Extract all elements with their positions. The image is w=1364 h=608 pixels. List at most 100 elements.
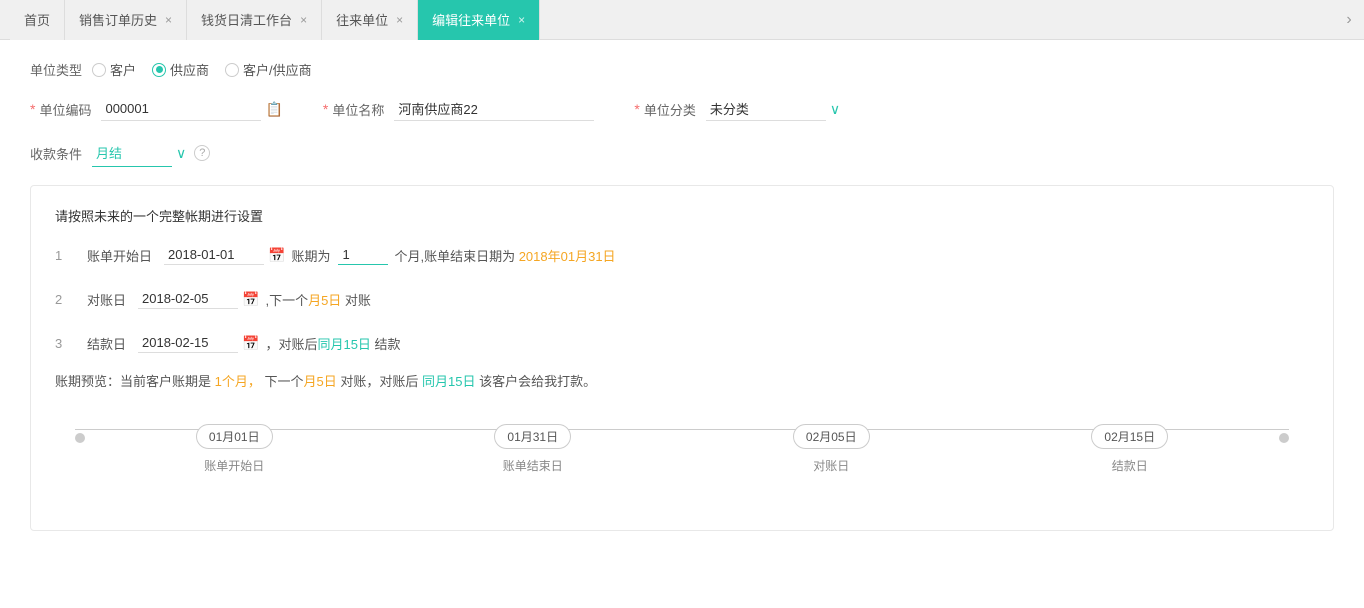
- tab-sales-history-label: 销售订单历史: [79, 10, 157, 29]
- close-icon[interactable]: ×: [518, 13, 525, 27]
- tab-home[interactable]: 首页: [10, 0, 65, 40]
- period-label-3: 结款日: [87, 334, 126, 353]
- tab-bar: 首页 销售订单历史 × 钱货日清工作台 × 往来单位 × 编辑往来单位 × ›: [0, 0, 1364, 40]
- preview-reconcile-prefix: 下一个: [265, 374, 304, 389]
- reconcile-suffix: 对账: [341, 293, 371, 308]
- timeline-badge-3: 02月05日: [793, 424, 870, 449]
- period-reconcile-date-input[interactable]: [138, 289, 238, 309]
- preview-text: 账期预览：当前客户账期是 1个月， 下一个月5日 对账，对账后 同月15日 该客…: [55, 371, 1309, 390]
- unit-name-group: * 单位名称: [323, 97, 594, 121]
- timeline-end-dot: [1279, 433, 1289, 443]
- unit-name-input[interactable]: [394, 97, 594, 121]
- timeline-point-4: 02月15日 结款日: [981, 424, 1280, 474]
- timeline: 01月01日 账单开始日 01月31日 账单结束日 02月05日 对账日 02月…: [55, 410, 1309, 514]
- period-num-1: 1: [55, 248, 75, 263]
- timeline-badge-4: 02月15日: [1091, 424, 1168, 449]
- payment-highlight: 同月15日: [317, 337, 370, 352]
- period-start-date-input[interactable]: [164, 245, 264, 265]
- timeline-end: [1279, 433, 1289, 443]
- tab-partners-label: 往来单位: [336, 10, 388, 29]
- preview-period: 1个月，: [215, 374, 261, 389]
- period-end-date: 2018年01月31日: [519, 249, 616, 264]
- close-icon[interactable]: ×: [165, 13, 172, 27]
- timeline-point-3: 02月05日 对账日: [682, 424, 981, 474]
- timeline-label-1: 账单开始日: [204, 457, 264, 474]
- period-num-2: 2: [55, 292, 75, 307]
- preview-reconcile-suffix: 对账，对账后: [340, 374, 418, 389]
- help-icon[interactable]: ?: [194, 145, 210, 161]
- unit-type-row: 单位类型 客户 供应商 客户/供应商: [30, 60, 1334, 79]
- period-num-3: 3: [55, 336, 75, 351]
- tab-edit-partner-label: 编辑往来单位: [432, 10, 510, 29]
- unit-category-input[interactable]: [706, 97, 826, 121]
- tab-partners[interactable]: 往来单位 ×: [322, 0, 418, 40]
- preview-label: 账期预览：当前客户账期是: [55, 374, 211, 389]
- radio-supplier[interactable]: 供应商: [152, 60, 209, 79]
- dropdown-icon-payment[interactable]: ∨: [176, 145, 186, 162]
- tab-sales-history[interactable]: 销售订单历史 ×: [65, 0, 187, 40]
- period-reconcile-desc: ,下一个月5日 对账: [265, 290, 370, 309]
- radio-group-unit-type: 客户 供应商 客户/供应商: [92, 60, 312, 79]
- dropdown-icon[interactable]: ∨: [830, 101, 840, 118]
- period-label-1: 账单开始日: [87, 246, 152, 265]
- timeline-badge-2: 01月31日: [494, 424, 571, 449]
- radio-customer[interactable]: 客户: [92, 60, 136, 79]
- radio-customer-circle: [92, 63, 106, 77]
- tab-expander[interactable]: ›: [1334, 11, 1364, 29]
- tab-home-label: 首页: [24, 10, 50, 29]
- radio-supplier-label: 供应商: [170, 60, 209, 79]
- reconcile-prefix: ,下一个: [265, 293, 308, 308]
- close-icon[interactable]: ×: [300, 13, 307, 27]
- timeline-points: 01月01日 账单开始日 01月31日 账单结束日 02月05日 对账日 02月…: [75, 424, 1289, 474]
- radio-both-circle: [225, 63, 239, 77]
- main-content: 单位类型 客户 供应商 客户/供应商 * 单位编码 📋 * 单位名称: [0, 40, 1364, 608]
- calendar-icon[interactable]: 📋: [265, 101, 282, 118]
- unit-code-group: * 单位编码 📋: [30, 97, 283, 121]
- timeline-badge-1: 01月01日: [196, 424, 273, 449]
- timeline-start-dot: [75, 433, 85, 443]
- unit-code-input[interactable]: [101, 97, 261, 121]
- payment-suffix: 结款: [371, 337, 401, 352]
- timeline-point-2: 01月31日 账单结束日: [384, 424, 683, 474]
- period-label-for: 账期为: [291, 246, 330, 265]
- radio-both[interactable]: 客户/供应商: [225, 60, 312, 79]
- required-star: *: [323, 101, 328, 117]
- tab-cash-work[interactable]: 钱货日清工作台 ×: [187, 0, 322, 40]
- period-payment-desc: ，对账后同月15日 结款: [265, 334, 400, 353]
- radio-both-label: 客户/供应商: [243, 60, 312, 79]
- timeline-label-2: 账单结束日: [503, 457, 563, 474]
- period-month-input[interactable]: [338, 245, 388, 265]
- required-star: *: [634, 101, 639, 117]
- unit-type-label: 单位类型: [30, 60, 82, 79]
- period-row-2: 2 对账日 📅 ,下一个月5日 对账: [55, 289, 1309, 309]
- timeline-label-3: 对账日: [813, 457, 849, 474]
- preview-reconcile-highlight: 月5日: [304, 374, 337, 389]
- unit-code-label: 单位编码: [39, 100, 91, 119]
- period-row-1: 1 账单开始日 📅 账期为 个月,账单结束日期为 2018年01月31日: [55, 245, 1309, 265]
- close-icon[interactable]: ×: [396, 13, 403, 27]
- preview-payment-highlight: 同月15日: [422, 374, 475, 389]
- calendar-icon-1[interactable]: 📅: [268, 247, 285, 264]
- period-unit: 个月,账单结束日期为 2018年01月31日: [394, 246, 615, 265]
- radio-customer-label: 客户: [110, 60, 136, 79]
- payment-select-group: 月结 ∨ ?: [92, 139, 210, 167]
- radio-supplier-circle: [152, 63, 166, 77]
- timeline-start: [75, 433, 85, 443]
- calendar-icon-2[interactable]: 📅: [242, 291, 259, 308]
- timeline-point-1: 01月01日 账单开始日: [85, 424, 384, 474]
- payment-select-value[interactable]: 月结: [92, 139, 172, 167]
- period-payment-date-input[interactable]: [138, 333, 238, 353]
- period-unit-text: 个月,账单结束日期为: [394, 249, 518, 264]
- period-row-3: 3 结款日 📅 ，对账后同月15日 结款: [55, 333, 1309, 353]
- unit-details-row: * 单位编码 📋 * 单位名称 * 单位分类 ∨: [30, 97, 1334, 121]
- unit-category-group: * 单位分类 ∨: [634, 97, 840, 121]
- timeline-label-4: 结款日: [1112, 457, 1148, 474]
- required-star: *: [30, 101, 35, 117]
- calendar-icon-3[interactable]: 📅: [242, 335, 259, 352]
- period-title: 请按照未来的一个完整帐期进行设置: [55, 206, 1309, 225]
- payment-prefix: ，对账后: [265, 337, 317, 352]
- payment-cond-row: 收款条件 月结 ∨ ?: [30, 139, 1334, 167]
- tab-cash-work-label: 钱货日清工作台: [201, 10, 292, 29]
- unit-name-label: 单位名称: [332, 100, 384, 119]
- tab-edit-partner[interactable]: 编辑往来单位 ×: [418, 0, 540, 40]
